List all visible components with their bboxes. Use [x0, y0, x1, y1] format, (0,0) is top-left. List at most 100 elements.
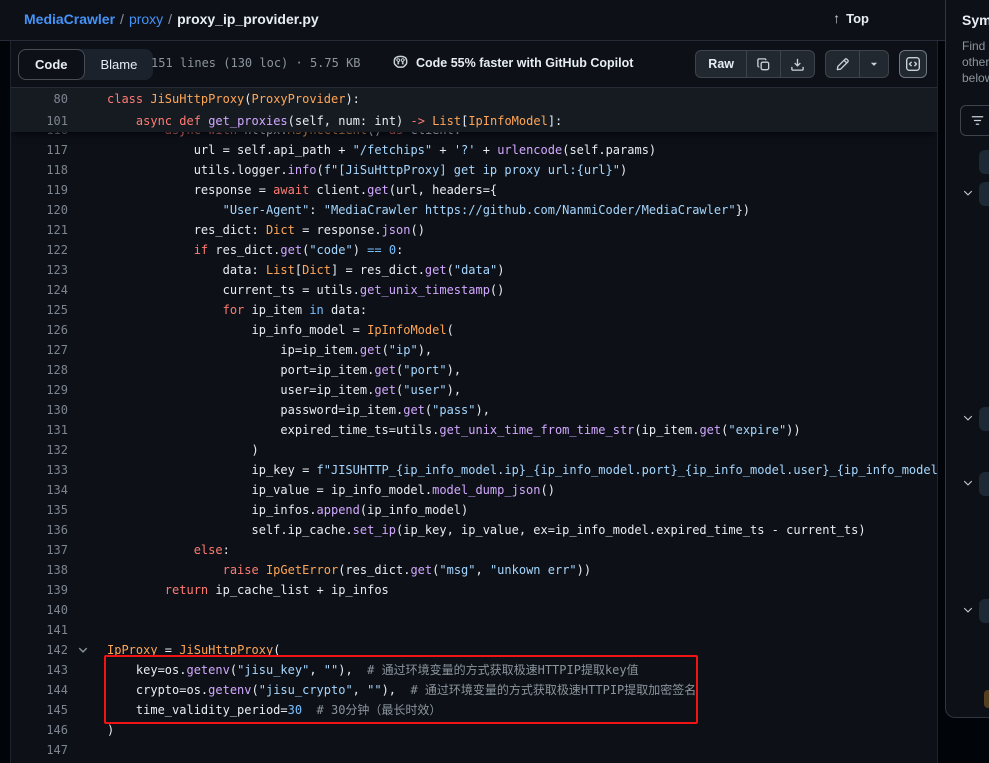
tab-blame[interactable]: Blame — [85, 49, 154, 80]
line-number[interactable]: 119 — [11, 180, 68, 200]
copilot-banner[interactable]: Code 55% faster with GitHub Copilot — [392, 54, 633, 71]
breadcrumb-repo-link[interactable]: MediaCrawler — [24, 11, 115, 27]
symbols-filter-input[interactable] — [960, 105, 989, 136]
code-text: expired_time_ts=utils.get_unix_time_from… — [107, 420, 801, 440]
line-number[interactable]: 128 — [11, 360, 68, 380]
code-text: IpProxy = JiSuHttpProxy( — [107, 640, 280, 660]
copy-button[interactable] — [746, 51, 780, 77]
file-header-bar: MediaCrawler/proxy/proxy_ip_provider.py … — [0, 0, 945, 41]
line-number[interactable]: 123 — [11, 260, 68, 280]
download-button[interactable] — [780, 51, 814, 77]
code-text: ip_value = ip_info_model.model_dump_json… — [107, 480, 555, 500]
code-text: password=ip_item.get("pass"), — [107, 400, 490, 420]
code-line-120: 120 "User-Agent": "MediaCrawler https://… — [11, 200, 937, 220]
code-line-144: 144 crypto=os.getenv("jisu_crypto", ""),… — [11, 680, 937, 700]
toolbar-actions: Raw — [695, 50, 927, 78]
line-number[interactable]: 144 — [11, 680, 68, 700]
line-number[interactable]: 122 — [11, 240, 68, 260]
code-text: class JiSuHttpProxy(ProxyProvider): — [107, 88, 360, 110]
breadcrumb-separator: / — [168, 11, 172, 27]
code-line-134: 134 ip_value = ip_info_model.model_dump_… — [11, 480, 937, 500]
line-number[interactable]: 118 — [11, 160, 68, 180]
code-line-141: 141 — [11, 620, 937, 640]
line-number[interactable]: 143 — [11, 660, 68, 680]
code-text: self.ip_cache.set_ip(ip_key, ip_value, e… — [107, 520, 866, 540]
sticky-scope-lines: 80class JiSuHttpProxy(ProxyProvider):101… — [11, 88, 937, 132]
line-number[interactable]: 138 — [11, 560, 68, 580]
line-number[interactable]: 146 — [11, 720, 68, 740]
code-view: 116 async with httpx.AsyncClient() as cl… — [10, 88, 938, 763]
code-line-145: 145 time_validity_period=30 # 30分钟（最长时效） — [11, 700, 937, 720]
code-text: ip_info_model = IpInfoModel( — [107, 320, 454, 340]
copilot-banner-text: Code 55% faster with GitHub Copilot — [416, 56, 633, 70]
symbol-chip[interactable] — [979, 599, 989, 623]
line-number[interactable]: 141 — [11, 620, 68, 640]
line-number[interactable]: 80 — [11, 88, 68, 110]
line-number[interactable]: 136 — [11, 520, 68, 540]
symbol-chip[interactable] — [979, 182, 989, 206]
chevron-down-icon[interactable] — [962, 604, 974, 616]
symbols-panel-toggle-button[interactable] — [899, 50, 927, 78]
symbol-chip[interactable] — [984, 690, 989, 708]
fold-chevron-down-icon[interactable] — [77, 644, 89, 656]
line-number[interactable]: 147 — [11, 740, 68, 760]
raw-button-group: Raw — [695, 50, 815, 78]
symbols-desc-line: Find definitions and references for func… — [962, 38, 989, 54]
line-number[interactable]: 127 — [11, 340, 68, 360]
code-line-117: 117 url = self.api_path + "/fetchips" + … — [11, 140, 937, 160]
line-number[interactable]: 124 — [11, 280, 68, 300]
edit-button[interactable] — [826, 51, 859, 77]
code-text: port=ip_item.get("port"), — [107, 360, 461, 380]
code-line-140: 140 — [11, 600, 937, 620]
line-number[interactable]: 137 — [11, 540, 68, 560]
chevron-down-icon — [869, 59, 879, 69]
chevron-down-icon[interactable] — [962, 412, 974, 424]
top-label: Top — [846, 11, 869, 26]
symbol-chip[interactable] — [979, 150, 989, 174]
line-number[interactable]: 120 — [11, 200, 68, 220]
symbols-panel-description: Find definitions and references for func… — [962, 38, 989, 86]
line-number[interactable]: 130 — [11, 400, 68, 420]
back-to-top-button[interactable]: ↑ Top — [833, 10, 869, 26]
symbol-chip[interactable] — [979, 407, 989, 431]
line-number[interactable]: 129 — [11, 380, 68, 400]
line-number[interactable]: 131 — [11, 420, 68, 440]
tab-code[interactable]: Code — [18, 49, 85, 80]
code-text: key=os.getenv("jisu_key", ""), # 通过环境变量的… — [107, 660, 639, 680]
code-line-101: 101 async def get_proxies(self, num: int… — [11, 110, 937, 132]
raw-button[interactable]: Raw — [696, 51, 746, 77]
edit-dropdown-button[interactable] — [859, 51, 888, 77]
code-text: else: — [107, 540, 230, 560]
line-number[interactable]: 145 — [11, 700, 68, 720]
line-number[interactable]: 140 — [11, 600, 68, 620]
code-line-139: 139 return ip_cache_list + ip_infos — [11, 580, 937, 600]
code-line-129: 129 user=ip_item.get("user"), — [11, 380, 937, 400]
symbols-desc-line: other symbols in this file by clicking a… — [962, 54, 989, 70]
chevron-down-icon[interactable] — [962, 187, 974, 199]
code-line-80: 80 class JiSuHttpProxy(ProxyProvider): — [11, 88, 937, 110]
line-number[interactable]: 117 — [11, 140, 68, 160]
line-number[interactable]: 139 — [11, 580, 68, 600]
line-number[interactable]: 142 — [11, 640, 68, 660]
code-text: utils.logger.info(f"[JiSuHttpProxy] get … — [107, 160, 627, 180]
line-number[interactable]: 134 — [11, 480, 68, 500]
symbols-desc-line: below or in the code. — [962, 70, 989, 86]
line-number[interactable]: 133 — [11, 460, 68, 480]
code-line-119: 119 response = await client.get(url, hea… — [11, 180, 937, 200]
file-info-text: 151 lines (130 loc) · 5.75 KB — [151, 56, 361, 70]
line-number[interactable]: 126 — [11, 320, 68, 340]
up-arrow-icon: ↑ — [833, 10, 840, 26]
line-number[interactable]: 125 — [11, 300, 68, 320]
line-number[interactable]: 132 — [11, 440, 68, 460]
code-text: crypto=os.getenv("jisu_crypto", ""), # 通… — [107, 680, 696, 700]
chevron-down-icon[interactable] — [962, 477, 974, 489]
symbol-chip[interactable] — [979, 472, 989, 496]
code-line-137: 137 else: — [11, 540, 937, 560]
line-number[interactable]: 121 — [11, 220, 68, 240]
line-number[interactable]: 135 — [11, 500, 68, 520]
breadcrumb-folder-link[interactable]: proxy — [129, 11, 163, 27]
code-line-121: 121 res_dict: Dict = response.json() — [11, 220, 937, 240]
code-line-128: 128 port=ip_item.get("port"), — [11, 360, 937, 380]
line-number[interactable]: 101 — [11, 110, 68, 132]
code-text: return ip_cache_list + ip_infos — [107, 580, 389, 600]
